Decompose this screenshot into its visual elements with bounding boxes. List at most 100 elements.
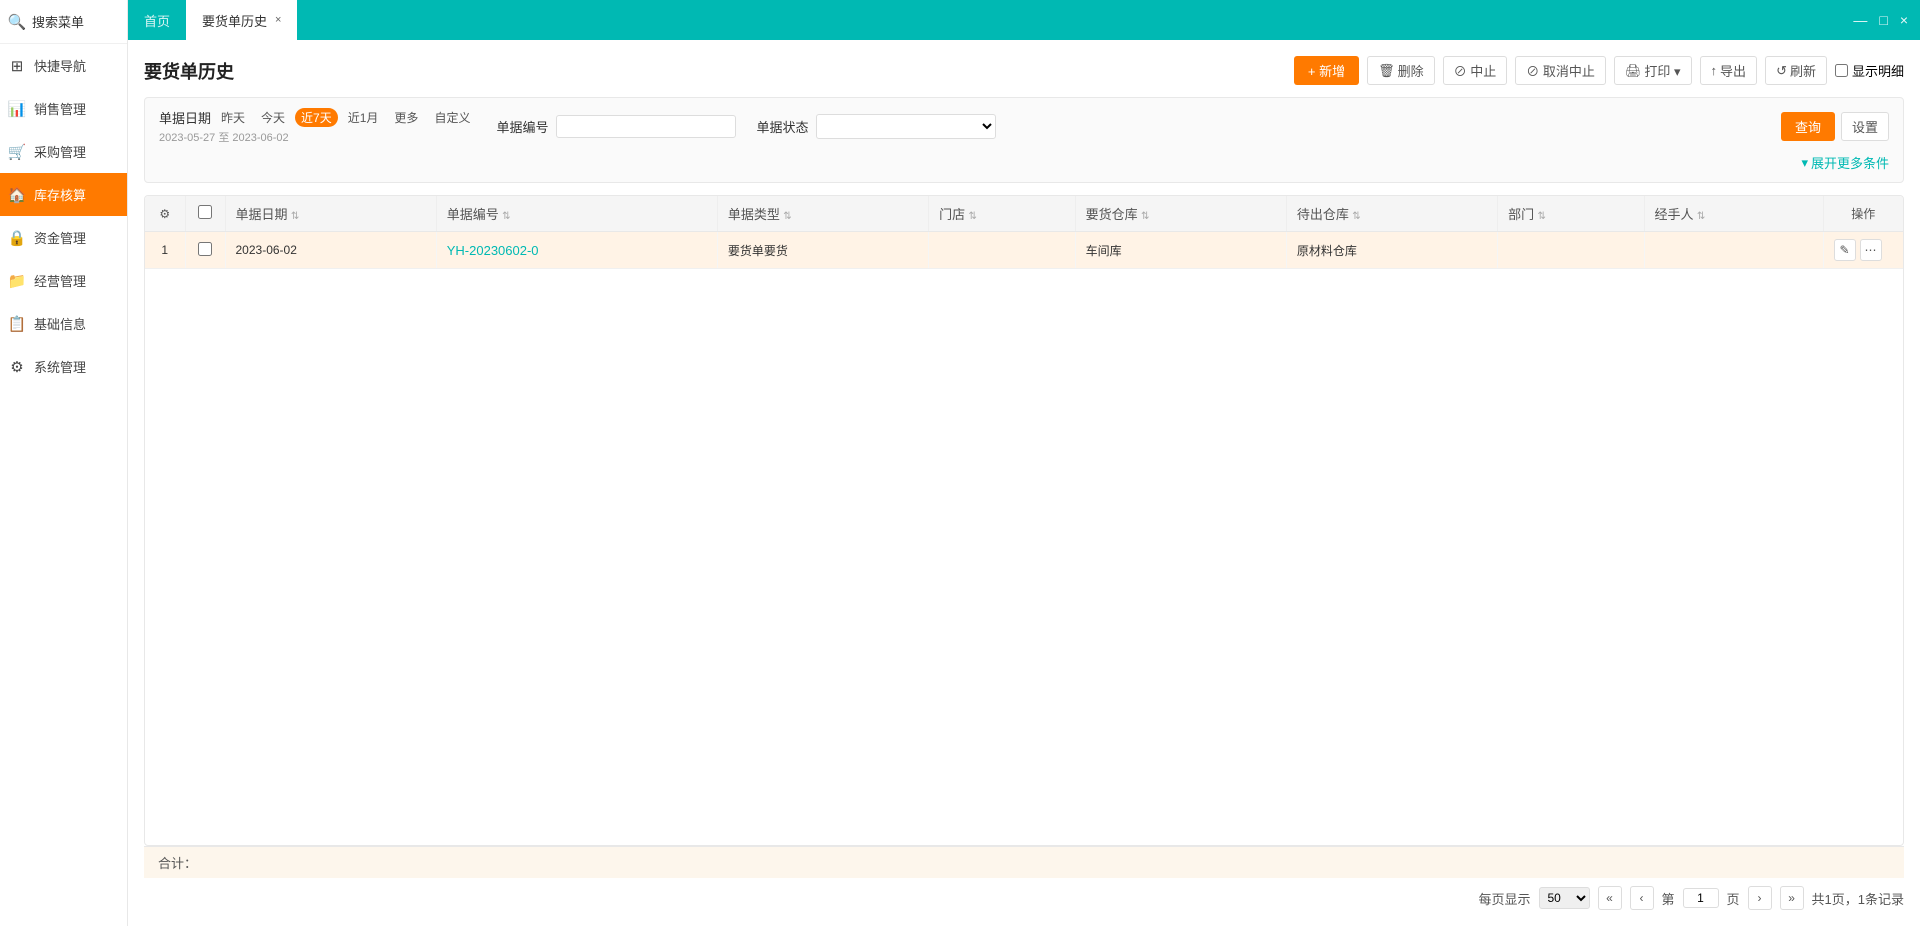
- sort-store-icon[interactable]: ⇅: [969, 211, 977, 222]
- page-number-input[interactable]: [1683, 888, 1719, 908]
- refresh-icon: ↺: [1776, 63, 1787, 79]
- sidebar: 🔍 搜索菜单 ⊞ 快捷导航 📊 销售管理 🛒 采购管理 🏠 库存核算 🔒 资金管…: [0, 0, 128, 926]
- row-pending-warehouse: 原材料仓库: [1286, 232, 1497, 269]
- sidebar-item-basic-info[interactable]: 📋 基础信息: [0, 302, 127, 345]
- cancel-stop-button[interactable]: ⊘ 取消中止: [1515, 56, 1606, 85]
- query-button[interactable]: 查询: [1781, 112, 1835, 141]
- last-page-btn[interactable]: »: [1780, 886, 1804, 910]
- bill-no-input[interactable]: [556, 115, 736, 138]
- sidebar-item-system[interactable]: ⚙ 系统管理: [0, 345, 127, 388]
- date-btn-1month[interactable]: 近1月: [342, 108, 385, 127]
- sidebar-search-label: 搜索菜单: [32, 12, 84, 31]
- system-icon: ⚙: [8, 358, 26, 376]
- sidebar-search[interactable]: 🔍 搜索菜单: [0, 0, 127, 44]
- sort-pending-wh-icon[interactable]: ⇅: [1352, 211, 1360, 222]
- data-table-wrap: ⚙ 单据日期 ⇅ 单据编号 ⇅ 单据类型: [144, 195, 1904, 846]
- next-page-btn[interactable]: ›: [1748, 886, 1772, 910]
- th-handler: 经手人 ⇅: [1644, 196, 1823, 232]
- refresh-button[interactable]: ↺ 刷新: [1765, 56, 1827, 85]
- th-operation: 操作: [1823, 196, 1903, 232]
- topbar-right: — □ ×: [1853, 12, 1920, 28]
- basic-info-icon: 📋: [8, 315, 26, 333]
- maximize-icon[interactable]: □: [1879, 12, 1887, 28]
- sidebar-item-label: 采购管理: [34, 142, 86, 161]
- export-icon: ↑: [1711, 63, 1718, 78]
- export-button[interactable]: ↑ 导出: [1700, 56, 1758, 85]
- first-page-btn[interactable]: «: [1598, 886, 1622, 910]
- sort-handler-icon[interactable]: ⇅: [1697, 211, 1705, 222]
- row-bill-type: 要货单要货: [717, 232, 928, 269]
- minimize-icon[interactable]: —: [1853, 12, 1867, 28]
- delete-button[interactable]: 🗑 🗑 删除 删除: [1367, 56, 1435, 85]
- filter-actions: 查询 设置: [1781, 112, 1889, 141]
- show-detail-toggle[interactable]: 显示明细: [1835, 61, 1904, 80]
- sidebar-item-label: 资金管理: [34, 228, 86, 247]
- action-icons: ✎ ⋯: [1834, 239, 1894, 261]
- quick-nav-icon: ⊞: [8, 57, 26, 75]
- tab-close-icon[interactable]: ×: [275, 14, 281, 26]
- row-edit-icon[interactable]: ✎: [1834, 239, 1856, 261]
- stop-button[interactable]: ⊘ 中止: [1443, 56, 1508, 85]
- status-label: 单据状态: [756, 117, 808, 136]
- bill-no-filter: 单据编号: [496, 115, 736, 138]
- sidebar-item-label: 库存核算: [34, 185, 86, 204]
- add-button[interactable]: + 新增: [1294, 56, 1359, 85]
- prev-page-btn[interactable]: ‹: [1630, 886, 1654, 910]
- page-size-select[interactable]: 50 10 20 100: [1539, 887, 1590, 909]
- settings-button[interactable]: 设置: [1841, 112, 1889, 141]
- sort-dept-icon[interactable]: ⇅: [1537, 211, 1545, 222]
- sidebar-item-operations[interactable]: 📁 经营管理: [0, 259, 127, 302]
- topbar: 首页 要货单历史 × — □ ×: [128, 0, 1920, 40]
- sort-billno-icon[interactable]: ⇅: [502, 211, 510, 222]
- sidebar-item-quick-nav[interactable]: ⊞ 快捷导航: [0, 44, 127, 87]
- row-date: 2023-06-02: [225, 232, 436, 269]
- date-btn-yesterday[interactable]: 昨天: [215, 108, 251, 127]
- th-store: 门店 ⇅: [929, 196, 1075, 232]
- date-btn-7days[interactable]: 近7天: [295, 108, 338, 127]
- search-icon: 🔍: [8, 13, 26, 31]
- status-select[interactable]: [816, 114, 996, 139]
- sidebar-item-label: 快捷导航: [34, 56, 86, 75]
- th-settings[interactable]: ⚙: [145, 196, 185, 232]
- main-area: 首页 要货单历史 × — □ × 要货单历史 + 新增 🗑 🗑 删除 删除: [128, 0, 1920, 926]
- sidebar-item-label: 销售管理: [34, 99, 86, 118]
- date-filter: 单据日期 昨天 今天 近7天 近1月 更多 自定义 2023-05-27 至 2…: [159, 108, 476, 145]
- bill-no-link[interactable]: YH-20230602-0: [447, 243, 539, 258]
- sidebar-item-inventory[interactable]: 🏠 库存核算: [0, 173, 127, 216]
- date-btn-today[interactable]: 今天: [255, 108, 291, 127]
- row-req-warehouse: 车间库: [1075, 232, 1286, 269]
- expand-row: ▾ 展开更多条件: [159, 153, 1889, 172]
- tab-active[interactable]: 要货单历史 ×: [186, 0, 297, 40]
- filter-area: 单据日期 昨天 今天 近7天 近1月 更多 自定义 2023-05-27 至 2…: [144, 97, 1904, 183]
- th-bill-type: 单据类型 ⇅: [717, 196, 928, 232]
- row-checkbox[interactable]: [198, 242, 212, 256]
- tab-home[interactable]: 首页: [128, 0, 186, 40]
- sales-icon: 📊: [8, 100, 26, 118]
- show-detail-checkbox[interactable]: [1835, 64, 1848, 77]
- print-button[interactable]: 🖨 打印 ▾: [1614, 56, 1692, 85]
- sidebar-item-sales[interactable]: 📊 销售管理: [0, 87, 127, 130]
- operations-icon: 📁: [8, 272, 26, 290]
- content-area: 要货单历史 + 新增 🗑 🗑 删除 删除 ⊘ 中止 ⊘ 取消中止 🖨 打印 ▾: [128, 40, 1920, 926]
- sidebar-item-label: 基础信息: [34, 314, 86, 333]
- row-more-icon[interactable]: ⋯: [1860, 239, 1882, 261]
- date-btn-custom[interactable]: 自定义: [428, 108, 476, 127]
- row-store: [929, 232, 1075, 269]
- data-table: ⚙ 单据日期 ⇅ 单据编号 ⇅ 单据类型: [145, 196, 1903, 269]
- status-filter: 单据状态: [756, 114, 996, 139]
- expand-btn[interactable]: ▾ 展开更多条件: [1801, 153, 1889, 172]
- sort-billtype-icon[interactable]: ⇅: [783, 211, 791, 222]
- row-checkbox-cell: [185, 232, 225, 269]
- sort-date-icon[interactable]: ⇅: [291, 211, 299, 222]
- sidebar-item-purchase[interactable]: 🛒 采购管理: [0, 130, 127, 173]
- sort-req-wh-icon[interactable]: ⇅: [1141, 211, 1149, 222]
- th-req-warehouse: 要货仓库 ⇅: [1075, 196, 1286, 232]
- print-icon: 🖨: [1625, 63, 1642, 79]
- expand-down-icon: ▾: [1801, 155, 1808, 171]
- close-icon[interactable]: ×: [1900, 12, 1908, 28]
- inventory-icon: 🏠: [8, 186, 26, 204]
- select-all-checkbox[interactable]: [198, 205, 212, 219]
- date-btn-more[interactable]: 更多: [388, 108, 424, 127]
- th-pending-warehouse: 待出仓库 ⇅: [1286, 196, 1497, 232]
- sidebar-item-finance[interactable]: 🔒 资金管理: [0, 216, 127, 259]
